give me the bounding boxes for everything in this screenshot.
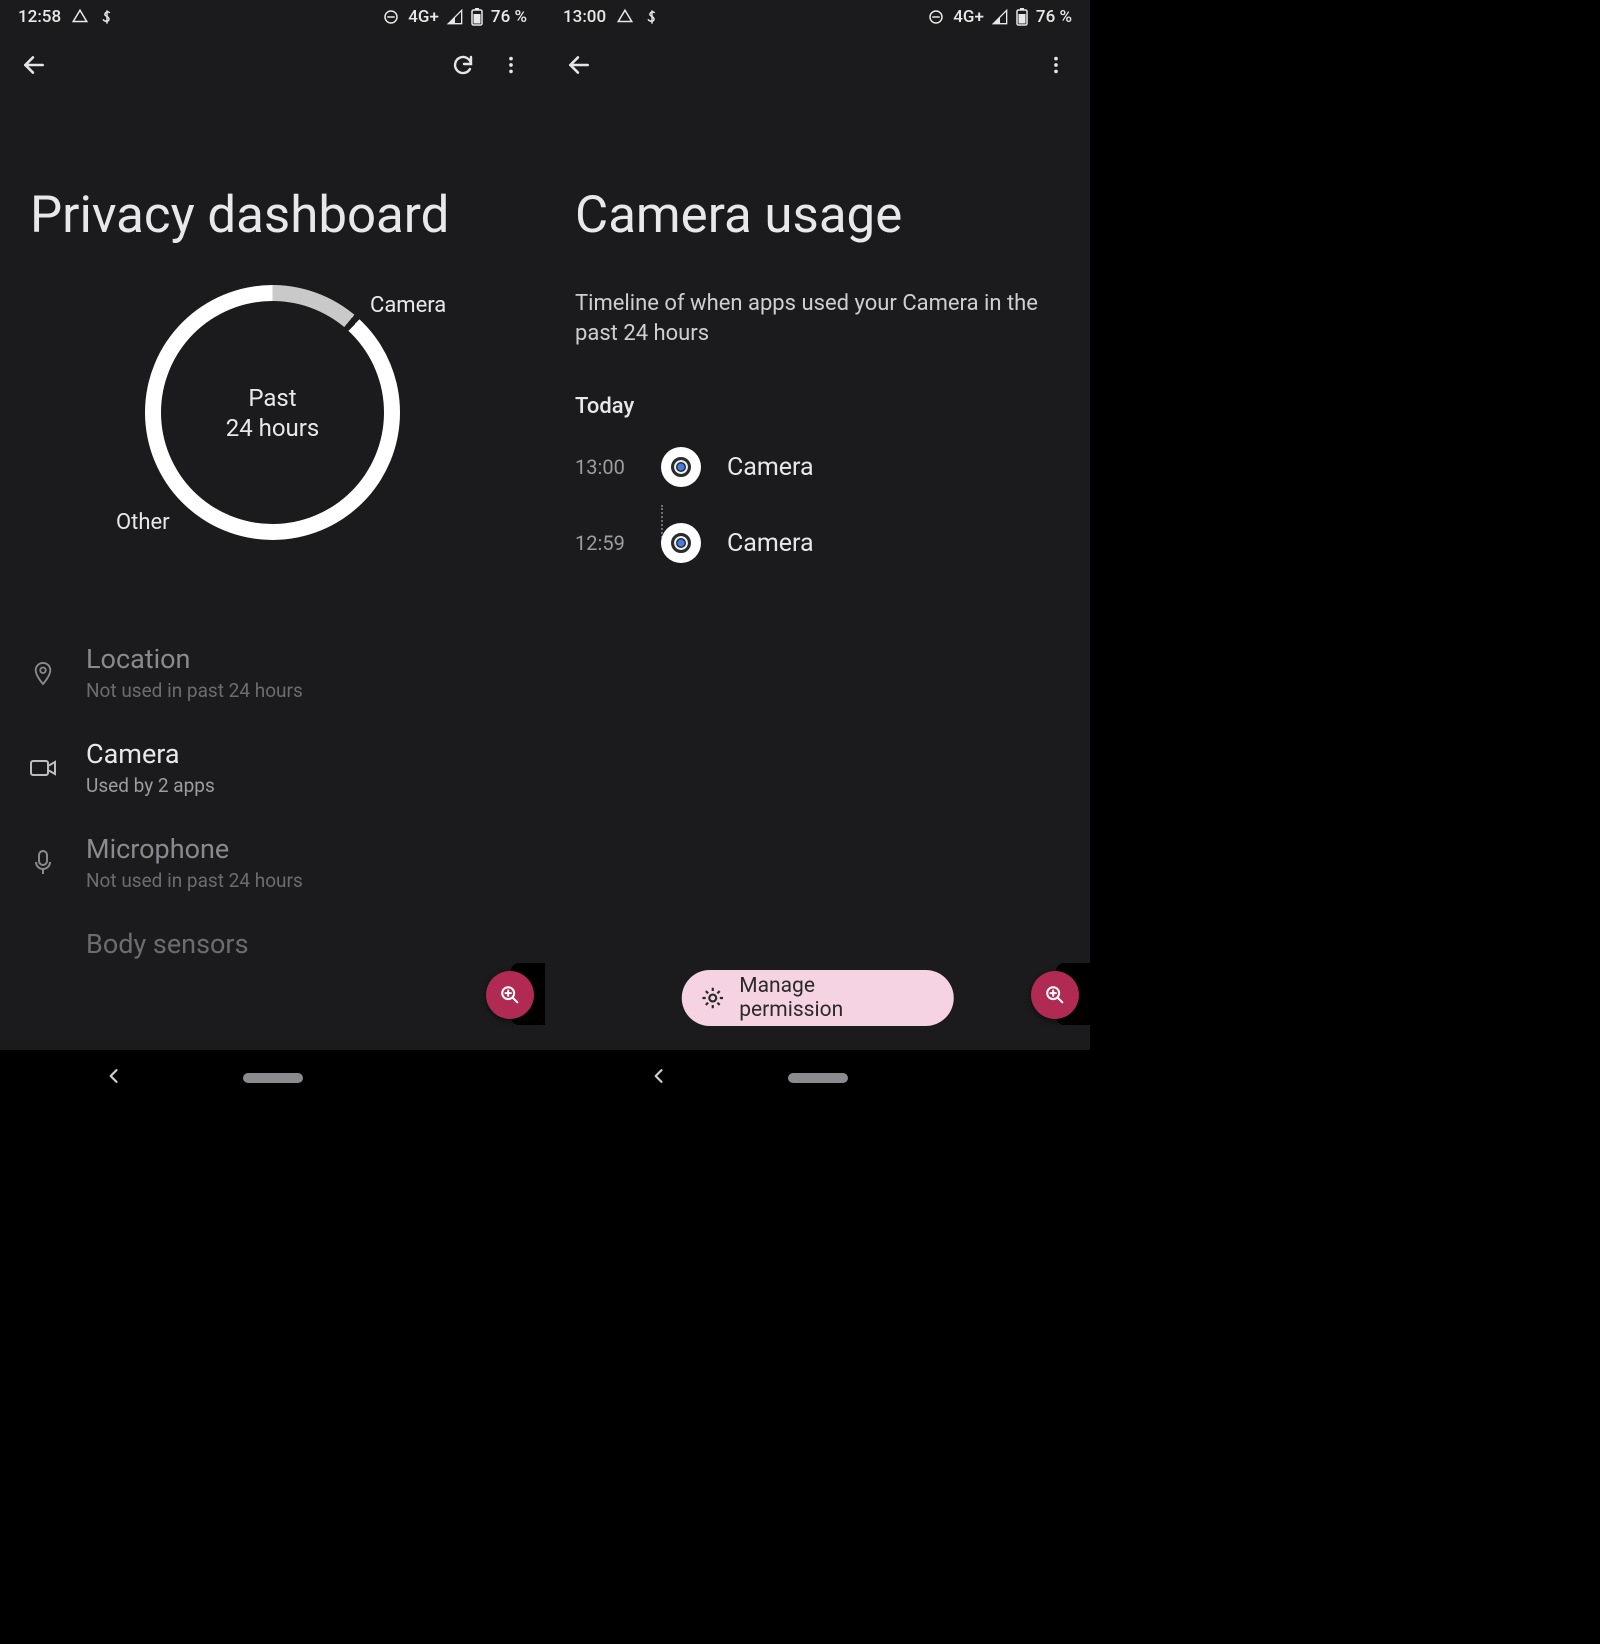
signal-icon (992, 9, 1008, 25)
perm-sub: Not used in past 24 hours (86, 679, 303, 702)
app-icon-camera (661, 447, 701, 487)
section-today: Today (545, 348, 1090, 429)
nav-home-pill[interactable] (243, 1073, 303, 1083)
timeline-time: 12:59 (575, 531, 635, 555)
refresh-button[interactable] (439, 41, 487, 89)
dnd-icon (927, 8, 945, 26)
perm-item-microphone[interactable]: Microphone Not used in past 24 hours (0, 815, 545, 910)
overflow-menu-button[interactable] (487, 41, 535, 89)
donut-center-line1: Past (248, 383, 296, 413)
perm-title: Camera (86, 738, 215, 770)
mic-icon (30, 850, 56, 876)
timeline-app: Camera (727, 529, 814, 558)
status-network: 4G+ (408, 7, 439, 27)
status-battery: 76 % (1036, 7, 1072, 27)
manage-permission-label: Manage permission (739, 974, 924, 1022)
manage-permission-button[interactable]: Manage permission (681, 970, 954, 1026)
timeline: 13:00 Camera 12:59 Camera (545, 429, 1090, 581)
perm-item-body-sensors[interactable]: Body sensors (0, 910, 545, 978)
signal-icon (447, 9, 463, 25)
zoom-fab[interactable] (1031, 971, 1079, 1019)
timeline-entry[interactable]: 13:00 Camera (575, 429, 1060, 505)
perm-item-location[interactable]: Location Not used in past 24 hours (0, 625, 545, 720)
zoom-fab[interactable] (486, 971, 534, 1019)
timeline-time: 13:00 (575, 455, 635, 479)
status-time: 12:58 (18, 7, 61, 27)
location-icon (30, 660, 56, 686)
usage-donut-chart: Past 24 hours Camera Other (0, 275, 545, 615)
overflow-menu-button[interactable] (1032, 41, 1080, 89)
battery-icon (1016, 8, 1028, 26)
perm-item-camera[interactable]: Camera Used by 2 apps (0, 720, 545, 815)
phone-privacy-dashboard: 12:58 4G+ 76 % Privac (0, 0, 545, 1050)
s-icon (644, 9, 660, 25)
perm-title: Microphone (86, 833, 303, 865)
screenshot-pair: 12:58 4G+ 76 % Privac (0, 0, 1090, 1105)
s-icon (99, 9, 115, 25)
perm-sub: Used by 2 apps (86, 774, 215, 797)
status-bar: 13:00 4G+ 76 % (545, 0, 1090, 34)
toolbar (545, 34, 1090, 96)
page-title: Privacy dashboard (0, 96, 545, 245)
battery-icon (471, 8, 483, 26)
nav-back-icon[interactable] (649, 1066, 669, 1090)
nav-back-icon[interactable] (104, 1066, 124, 1090)
camera-icon (30, 758, 56, 778)
timeline-app: Camera (727, 453, 814, 482)
toolbar (0, 34, 545, 96)
system-nav-bar (0, 1050, 1090, 1105)
status-time: 13:00 (563, 7, 606, 27)
status-bar: 12:58 4G+ 76 % (0, 0, 545, 34)
status-network: 4G+ (953, 7, 984, 27)
timeline-entry[interactable]: 12:59 Camera (575, 505, 1060, 581)
donut-center-line2: 24 hours (226, 413, 320, 443)
page-subtitle: Timeline of when apps used your Camera i… (545, 245, 1090, 348)
nav-home-pill[interactable] (788, 1073, 848, 1083)
permission-list: Location Not used in past 24 hours Camer… (0, 625, 545, 978)
back-button[interactable] (555, 41, 603, 89)
drive-icon (71, 8, 89, 26)
perm-title: Body sensors (86, 928, 249, 960)
gear-icon (699, 985, 725, 1011)
app-icon-camera (661, 523, 701, 563)
donut-ring: Past 24 hours (145, 285, 400, 540)
drive-icon (616, 8, 634, 26)
dnd-icon (382, 8, 400, 26)
back-button[interactable] (10, 41, 58, 89)
donut-center-label: Past 24 hours (145, 285, 400, 540)
page-title: Camera usage (545, 96, 1090, 245)
perm-sub: Not used in past 24 hours (86, 869, 303, 892)
perm-title: Location (86, 643, 303, 675)
phone-camera-usage: 13:00 4G+ 76 % Camera usage Timeline of (545, 0, 1090, 1050)
status-battery: 76 % (491, 7, 527, 27)
